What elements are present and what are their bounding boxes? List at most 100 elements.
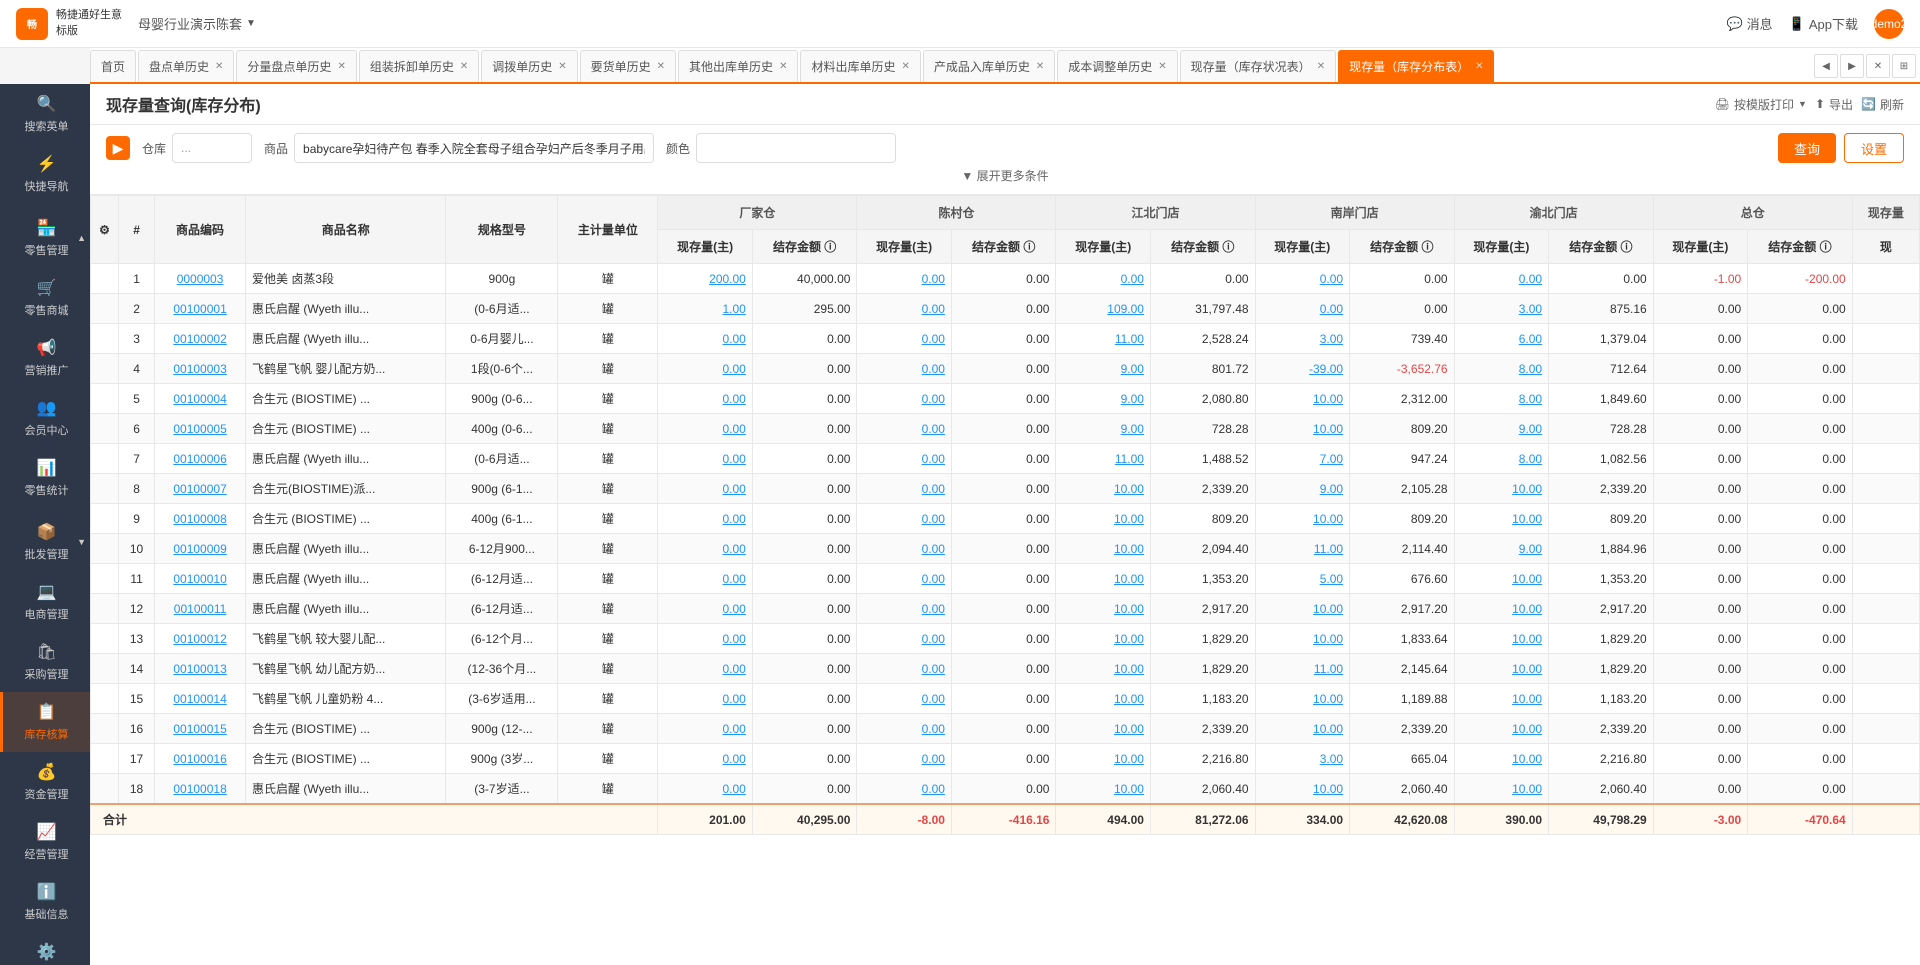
cell-yb-stock[interactable]: 10.00: [1454, 474, 1549, 504]
cell-jb-stock[interactable]: 10.00: [1056, 654, 1151, 684]
sidebar-item-purchase[interactable]: 🛍 采购管理: [0, 632, 90, 692]
cell-f-stock[interactable]: 200.00: [658, 264, 753, 294]
sidebar-item-marketing[interactable]: 📢 营销推广: [0, 328, 90, 388]
cell-cj-stock[interactable]: 0.00: [857, 594, 952, 624]
print-btn[interactable]: 🖨 按模版打印 ▼: [1715, 96, 1807, 113]
cell-na-stock[interactable]: 10.00: [1255, 384, 1350, 414]
tab-assembly[interactable]: 组装拆卸单历史 ✕: [359, 50, 479, 82]
cell-code[interactable]: 00100006: [155, 444, 246, 474]
cell-na-stock[interactable]: 11.00: [1255, 654, 1350, 684]
cell-code[interactable]: 00100001: [155, 294, 246, 324]
cell-jb-stock[interactable]: 10.00: [1056, 744, 1151, 774]
cell-yb-stock[interactable]: 9.00: [1454, 534, 1549, 564]
cell-cj-stock[interactable]: 0.00: [857, 564, 952, 594]
cell-jb-stock[interactable]: 11.00: [1056, 444, 1151, 474]
query-btn[interactable]: 查询: [1778, 133, 1836, 163]
tab-inventory-list[interactable]: 盘点单历史 ✕: [138, 50, 234, 82]
close-tab-11[interactable]: ✕: [1475, 61, 1483, 72]
cell-code[interactable]: 00100004: [155, 384, 246, 414]
close-tab-7[interactable]: ✕: [901, 61, 909, 72]
cell-yb-stock[interactable]: 10.00: [1454, 714, 1549, 744]
product-input[interactable]: [294, 133, 654, 163]
tab-stock-dist[interactable]: 现存量（库存分布表） ✕: [1338, 50, 1494, 82]
cell-f-stock[interactable]: 0.00: [658, 774, 753, 805]
close-tab-10[interactable]: ✕: [1317, 61, 1325, 72]
cell-f-stock[interactable]: 0.00: [658, 324, 753, 354]
close-tab-3[interactable]: ✕: [460, 61, 468, 72]
cell-cj-stock[interactable]: 0.00: [857, 474, 952, 504]
cell-jb-stock[interactable]: 9.00: [1056, 354, 1151, 384]
sidebar-item-retail-manage[interactable]: 🏪 零售管理 ▲: [0, 208, 90, 268]
cell-cj-stock[interactable]: 0.00: [857, 714, 952, 744]
cell-jb-stock[interactable]: 10.00: [1056, 594, 1151, 624]
cell-code[interactable]: 00100002: [155, 324, 246, 354]
cell-f-stock[interactable]: 0.00: [658, 474, 753, 504]
cell-jb-stock[interactable]: 10.00: [1056, 774, 1151, 805]
tab-product-in[interactable]: 产成品入库单历史 ✕: [923, 50, 1055, 82]
tab-material-out[interactable]: 材料出库单历史 ✕: [800, 50, 920, 82]
cell-f-stock[interactable]: 1.00: [658, 294, 753, 324]
tab-stock-status[interactable]: 现存量（库存状况表） ✕: [1180, 50, 1336, 82]
cell-na-stock[interactable]: -39.00: [1255, 354, 1350, 384]
cell-code[interactable]: 00100015: [155, 714, 246, 744]
close-tab-9[interactable]: ✕: [1158, 61, 1166, 72]
cell-f-stock[interactable]: 0.00: [658, 714, 753, 744]
close-tab-6[interactable]: ✕: [779, 61, 787, 72]
cell-f-stock[interactable]: 0.00: [658, 504, 753, 534]
sidebar-item-nav[interactable]: ⚡ 快捷导航: [0, 144, 90, 204]
cell-yb-stock[interactable]: 9.00: [1454, 414, 1549, 444]
cell-na-stock[interactable]: 0.00: [1255, 294, 1350, 324]
tab-close-all[interactable]: ✕: [1866, 54, 1890, 78]
cell-jb-stock[interactable]: 109.00: [1056, 294, 1151, 324]
tab-transfer[interactable]: 调拨单历史 ✕: [481, 50, 577, 82]
cell-na-stock[interactable]: 10.00: [1255, 774, 1350, 805]
cell-na-stock[interactable]: 10.00: [1255, 624, 1350, 654]
cell-yb-stock[interactable]: 10.00: [1454, 564, 1549, 594]
cell-f-stock[interactable]: 0.00: [658, 534, 753, 564]
cell-f-stock[interactable]: 0.00: [658, 594, 753, 624]
cell-code[interactable]: 00100011: [155, 594, 246, 624]
cell-jb-stock[interactable]: 10.00: [1056, 684, 1151, 714]
cell-code[interactable]: 00100012: [155, 624, 246, 654]
cell-na-stock[interactable]: 10.00: [1255, 714, 1350, 744]
cell-cj-stock[interactable]: 0.00: [857, 504, 952, 534]
message-btn[interactable]: 💬 消息: [1726, 14, 1772, 33]
cell-cj-stock[interactable]: 0.00: [857, 534, 952, 564]
cell-cj-stock[interactable]: 0.00: [857, 624, 952, 654]
cell-yb-stock[interactable]: 10.00: [1454, 624, 1549, 654]
cell-code[interactable]: 00100018: [155, 774, 246, 805]
cell-f-stock[interactable]: 0.00: [658, 414, 753, 444]
cell-na-stock[interactable]: 5.00: [1255, 564, 1350, 594]
cell-cj-stock[interactable]: 0.00: [857, 744, 952, 774]
sidebar-item-retail-mall[interactable]: 🛒 零售商城: [0, 268, 90, 328]
cell-cj-stock[interactable]: 0.00: [857, 684, 952, 714]
export-btn[interactable]: ⬆ 导出: [1815, 96, 1853, 113]
cell-yb-stock[interactable]: 10.00: [1454, 504, 1549, 534]
filter-more-btn[interactable]: ▼ 展开更多条件: [106, 163, 1904, 186]
cell-code[interactable]: 00100007: [155, 474, 246, 504]
cell-code[interactable]: 0000003: [155, 264, 246, 294]
setting-btn[interactable]: 设置: [1844, 133, 1904, 163]
cell-yb-stock[interactable]: 8.00: [1454, 384, 1549, 414]
sidebar-item-retail-stats[interactable]: 📊 零售统计: [0, 448, 90, 508]
cell-na-stock[interactable]: 3.00: [1255, 324, 1350, 354]
tab-expand[interactable]: ⊞: [1892, 54, 1916, 78]
cell-code[interactable]: 00100013: [155, 654, 246, 684]
cell-jb-stock[interactable]: 10.00: [1056, 504, 1151, 534]
tab-purchase[interactable]: 要货单历史 ✕: [580, 50, 676, 82]
sidebar-item-search[interactable]: 🔍 搜索英单: [0, 84, 90, 144]
tab-home[interactable]: 首页: [90, 50, 136, 82]
cell-f-stock[interactable]: 0.00: [658, 564, 753, 594]
cell-f-stock[interactable]: 0.00: [658, 624, 753, 654]
cell-jb-stock[interactable]: 10.00: [1056, 564, 1151, 594]
tab-cost-adjust[interactable]: 成本调整单历史 ✕: [1057, 50, 1177, 82]
sidebar-item-ecommerce[interactable]: 💻 电商管理: [0, 572, 90, 632]
tab-next[interactable]: ▶: [1840, 54, 1864, 78]
cell-jb-stock[interactable]: 10.00: [1056, 534, 1151, 564]
cell-jb-stock[interactable]: 10.00: [1056, 714, 1151, 744]
user-area[interactable]: demo2: [1874, 9, 1904, 39]
close-tab-2[interactable]: ✕: [337, 61, 345, 72]
company-dropdown[interactable]: 母婴行业演示陈套 ▼: [138, 14, 256, 33]
cell-code[interactable]: 00100016: [155, 744, 246, 774]
cell-cj-stock[interactable]: 0.00: [857, 414, 952, 444]
